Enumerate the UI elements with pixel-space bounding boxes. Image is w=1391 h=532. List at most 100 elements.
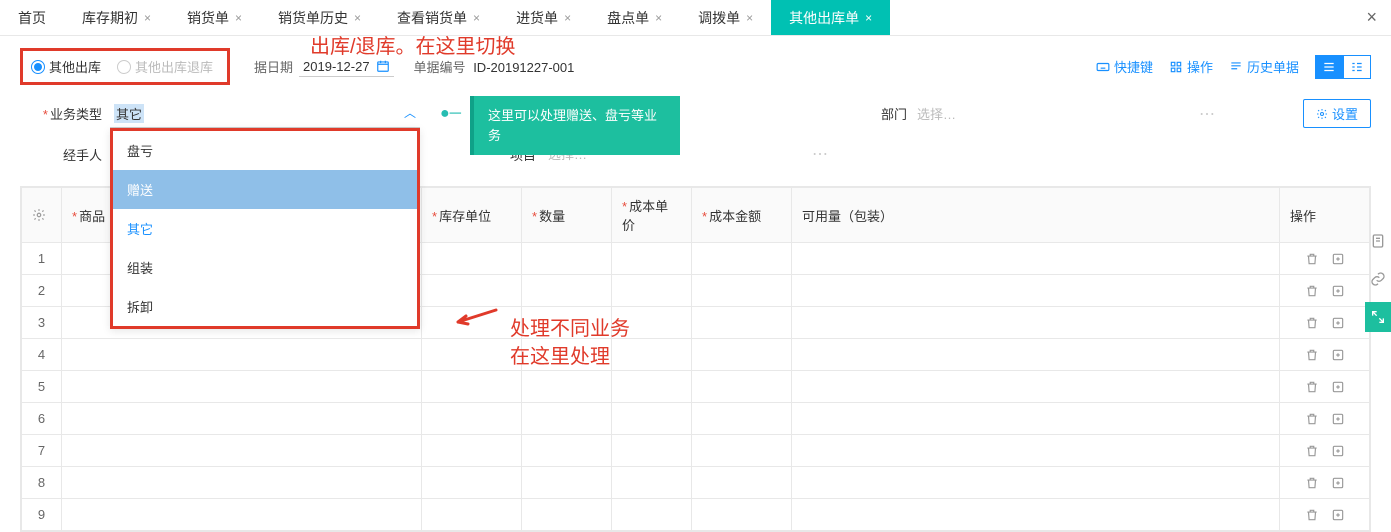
dropdown-option-盘亏[interactable]: 盘亏	[113, 131, 417, 170]
table-row[interactable]: 9	[22, 499, 1370, 531]
radio-other-out-return[interactable]: 其他出库退库	[117, 57, 213, 76]
dropdown-option-组装[interactable]: 组装	[113, 248, 417, 287]
add-row-icon[interactable]	[1331, 284, 1345, 298]
table-row[interactable]: 5	[22, 371, 1370, 403]
cell-product[interactable]	[62, 499, 422, 531]
dropdown-option-其它[interactable]: 其它	[113, 209, 417, 248]
cell-unit[interactable]	[422, 275, 522, 307]
cell-available[interactable]	[792, 339, 1280, 371]
rail-link-button[interactable]	[1365, 264, 1391, 294]
delete-row-icon[interactable]	[1305, 412, 1319, 426]
close-icon[interactable]: ×	[144, 11, 151, 25]
operate-link[interactable]: 操作	[1169, 57, 1213, 76]
add-row-icon[interactable]	[1331, 380, 1345, 394]
table-row[interactable]: 6	[22, 403, 1370, 435]
delete-row-icon[interactable]	[1305, 380, 1319, 394]
cell-cost-price[interactable]	[612, 467, 692, 499]
delete-row-icon[interactable]	[1305, 284, 1319, 298]
close-icon[interactable]: ×	[655, 11, 662, 25]
add-row-icon[interactable]	[1331, 316, 1345, 330]
table-row[interactable]: 7	[22, 435, 1370, 467]
rail-note-button[interactable]	[1365, 226, 1391, 256]
shortcut-link[interactable]: 快捷键	[1096, 57, 1153, 76]
view-grid-button[interactable]	[1343, 55, 1371, 79]
tab-调拨单[interactable]: 调拨单×	[680, 0, 771, 35]
add-row-icon[interactable]	[1331, 508, 1345, 522]
tab-首页[interactable]: 首页	[0, 0, 64, 35]
biztype-select[interactable]: 其它 ︿ 盘亏赠送其它组装拆卸	[110, 100, 420, 128]
cell-qty[interactable]	[522, 339, 612, 371]
cell-cost-amount[interactable]	[692, 467, 792, 499]
cell-available[interactable]	[792, 371, 1280, 403]
doc-date-input[interactable]: 2019-12-27	[299, 57, 394, 77]
ellipsis-icon[interactable]: ⋯	[1199, 104, 1215, 124]
delete-row-icon[interactable]	[1305, 508, 1319, 522]
cell-cost-amount[interactable]	[692, 339, 792, 371]
cell-cost-price[interactable]	[612, 371, 692, 403]
table-settings-header[interactable]	[22, 188, 62, 243]
radio-other-out[interactable]: 其他出库	[31, 57, 101, 76]
cell-cost-amount[interactable]	[692, 371, 792, 403]
dropdown-option-拆卸[interactable]: 拆卸	[113, 287, 417, 326]
cell-qty[interactable]	[522, 499, 612, 531]
cell-cost-amount[interactable]	[692, 307, 792, 339]
tab-盘点单[interactable]: 盘点单×	[589, 0, 680, 35]
cell-qty[interactable]	[522, 275, 612, 307]
cell-cost-price[interactable]	[612, 307, 692, 339]
close-icon[interactable]: ×	[865, 11, 872, 25]
cell-qty[interactable]	[522, 435, 612, 467]
tab-销货单[interactable]: 销货单×	[169, 0, 260, 35]
more-dot-teal[interactable]: ●─	[440, 105, 461, 123]
add-row-icon[interactable]	[1331, 444, 1345, 458]
table-row[interactable]: 8	[22, 467, 1370, 499]
add-row-icon[interactable]	[1331, 348, 1345, 362]
cell-unit[interactable]	[422, 435, 522, 467]
tabs-close-all[interactable]: ×	[1352, 0, 1391, 35]
delete-row-icon[interactable]	[1305, 252, 1319, 266]
cell-available[interactable]	[792, 403, 1280, 435]
cell-available[interactable]	[792, 499, 1280, 531]
cell-cost-amount[interactable]	[692, 243, 792, 275]
close-icon[interactable]: ×	[473, 11, 480, 25]
delete-row-icon[interactable]	[1305, 444, 1319, 458]
cell-qty[interactable]	[522, 243, 612, 275]
cell-product[interactable]	[62, 371, 422, 403]
history-link[interactable]: 历史单据	[1229, 57, 1299, 76]
cell-cost-price[interactable]	[612, 435, 692, 467]
cell-product[interactable]	[62, 339, 422, 371]
dropdown-option-赠送[interactable]: 赠送	[113, 170, 417, 209]
cell-cost-amount[interactable]	[692, 275, 792, 307]
cell-unit[interactable]	[422, 339, 522, 371]
cell-cost-price[interactable]	[612, 339, 692, 371]
cell-available[interactable]	[792, 307, 1280, 339]
add-row-icon[interactable]	[1331, 252, 1345, 266]
cell-qty[interactable]	[522, 307, 612, 339]
cell-unit[interactable]	[422, 371, 522, 403]
delete-row-icon[interactable]	[1305, 348, 1319, 362]
tab-进货单[interactable]: 进货单×	[498, 0, 589, 35]
dept-select[interactable]: 选择…	[913, 100, 1193, 128]
rail-expand-button[interactable]	[1365, 302, 1391, 332]
tab-销货单历史[interactable]: 销货单历史×	[260, 0, 379, 35]
cell-unit[interactable]	[422, 307, 522, 339]
cell-available[interactable]	[792, 243, 1280, 275]
cell-available[interactable]	[792, 275, 1280, 307]
cell-product[interactable]	[62, 435, 422, 467]
cell-qty[interactable]	[522, 371, 612, 403]
close-icon[interactable]: ×	[746, 11, 753, 25]
cell-cost-price[interactable]	[612, 275, 692, 307]
tab-查看销货单[interactable]: 查看销货单×	[379, 0, 498, 35]
cell-unit[interactable]	[422, 499, 522, 531]
view-list-button[interactable]	[1315, 55, 1343, 79]
close-icon[interactable]: ×	[564, 11, 571, 25]
cell-cost-price[interactable]	[612, 499, 692, 531]
cell-product[interactable]	[62, 467, 422, 499]
tab-库存期初[interactable]: 库存期初×	[64, 0, 169, 35]
close-icon[interactable]: ×	[235, 11, 242, 25]
cell-cost-price[interactable]	[612, 243, 692, 275]
cell-unit[interactable]	[422, 467, 522, 499]
close-icon[interactable]: ×	[354, 11, 361, 25]
add-row-icon[interactable]	[1331, 412, 1345, 426]
delete-row-icon[interactable]	[1305, 316, 1319, 330]
cell-qty[interactable]	[522, 403, 612, 435]
